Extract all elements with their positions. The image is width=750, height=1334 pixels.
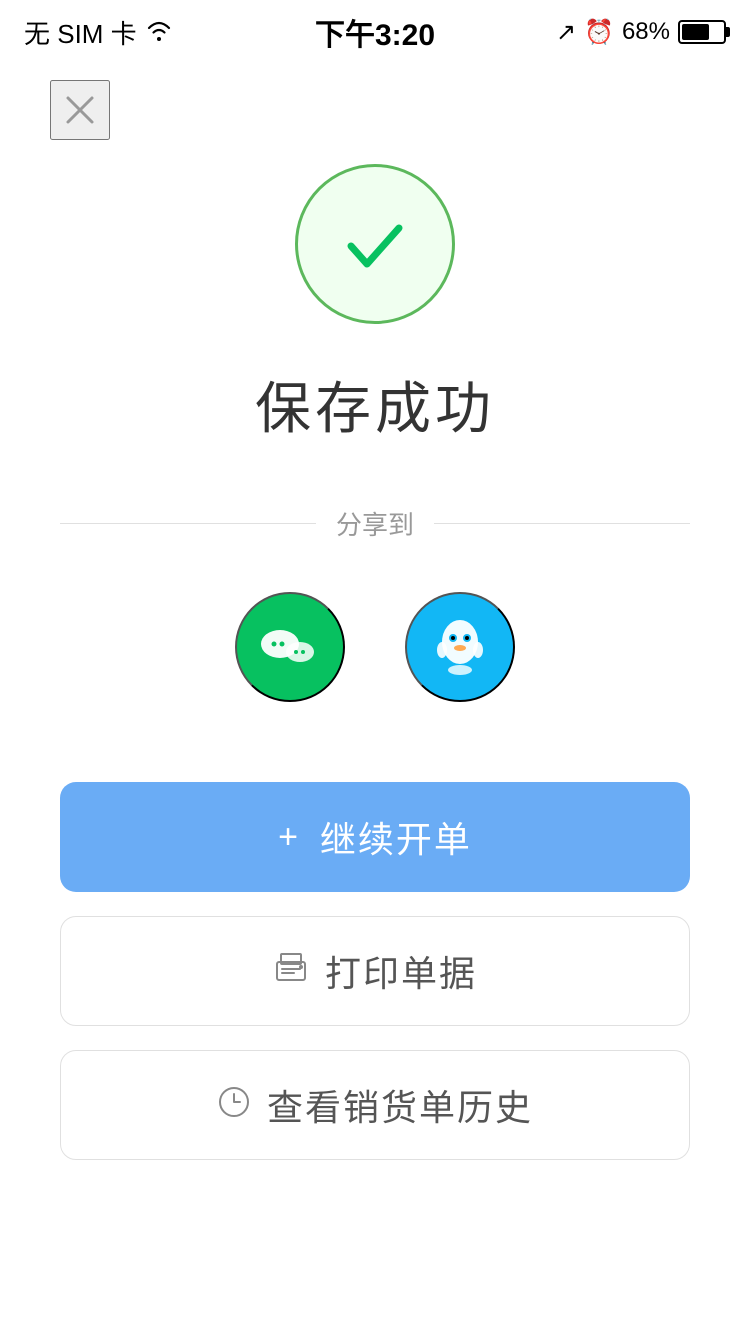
continue-order-button[interactable]: + 继续开单 xyxy=(60,782,690,892)
share-divider: 分享到 xyxy=(60,505,690,542)
share-label: 分享到 xyxy=(336,505,414,542)
status-bar: 无 SIM 卡 下午3:20 ↗ ⏰ 68% xyxy=(0,0,750,64)
print-button[interactable]: 打印单据 xyxy=(60,916,690,1026)
battery-text: 68% xyxy=(622,18,670,46)
wechat-share-button[interactable] xyxy=(235,592,345,702)
print-label: 打印单据 xyxy=(325,945,477,997)
divider-right xyxy=(434,523,690,524)
plus-icon: + xyxy=(278,820,300,854)
share-icons-row xyxy=(235,592,515,702)
history-icon xyxy=(217,1085,251,1125)
success-title: 保存成功 xyxy=(255,364,495,445)
history-label: 查看销货单历史 xyxy=(267,1079,533,1131)
continue-order-label: 继续开单 xyxy=(320,811,472,863)
carrier-text: 无 SIM 卡 xyxy=(24,14,137,51)
qq-share-button[interactable] xyxy=(405,592,515,702)
location-icon: ↗ xyxy=(556,18,576,47)
close-button[interactable] xyxy=(50,80,110,140)
main-content: 保存成功 分享到 xyxy=(0,64,750,1220)
action-buttons: + 继续开单 打印单据 查看销货单历史 xyxy=(60,782,690,1160)
print-icon xyxy=(273,952,309,990)
status-carrier: 无 SIM 卡 xyxy=(24,14,173,51)
battery-icon xyxy=(678,20,726,44)
wechat-icon xyxy=(258,620,322,674)
success-icon-circle xyxy=(295,164,455,324)
alarm-icon: ⏰ xyxy=(584,18,614,47)
status-right: ↗ ⏰ 68% xyxy=(556,18,726,47)
wifi-icon xyxy=(145,17,173,48)
status-time: 下午3:20 xyxy=(315,10,435,54)
checkmark-icon xyxy=(335,204,415,284)
divider-left xyxy=(60,523,316,524)
history-button[interactable]: 查看销货单历史 xyxy=(60,1050,690,1160)
qq-icon xyxy=(428,612,492,682)
